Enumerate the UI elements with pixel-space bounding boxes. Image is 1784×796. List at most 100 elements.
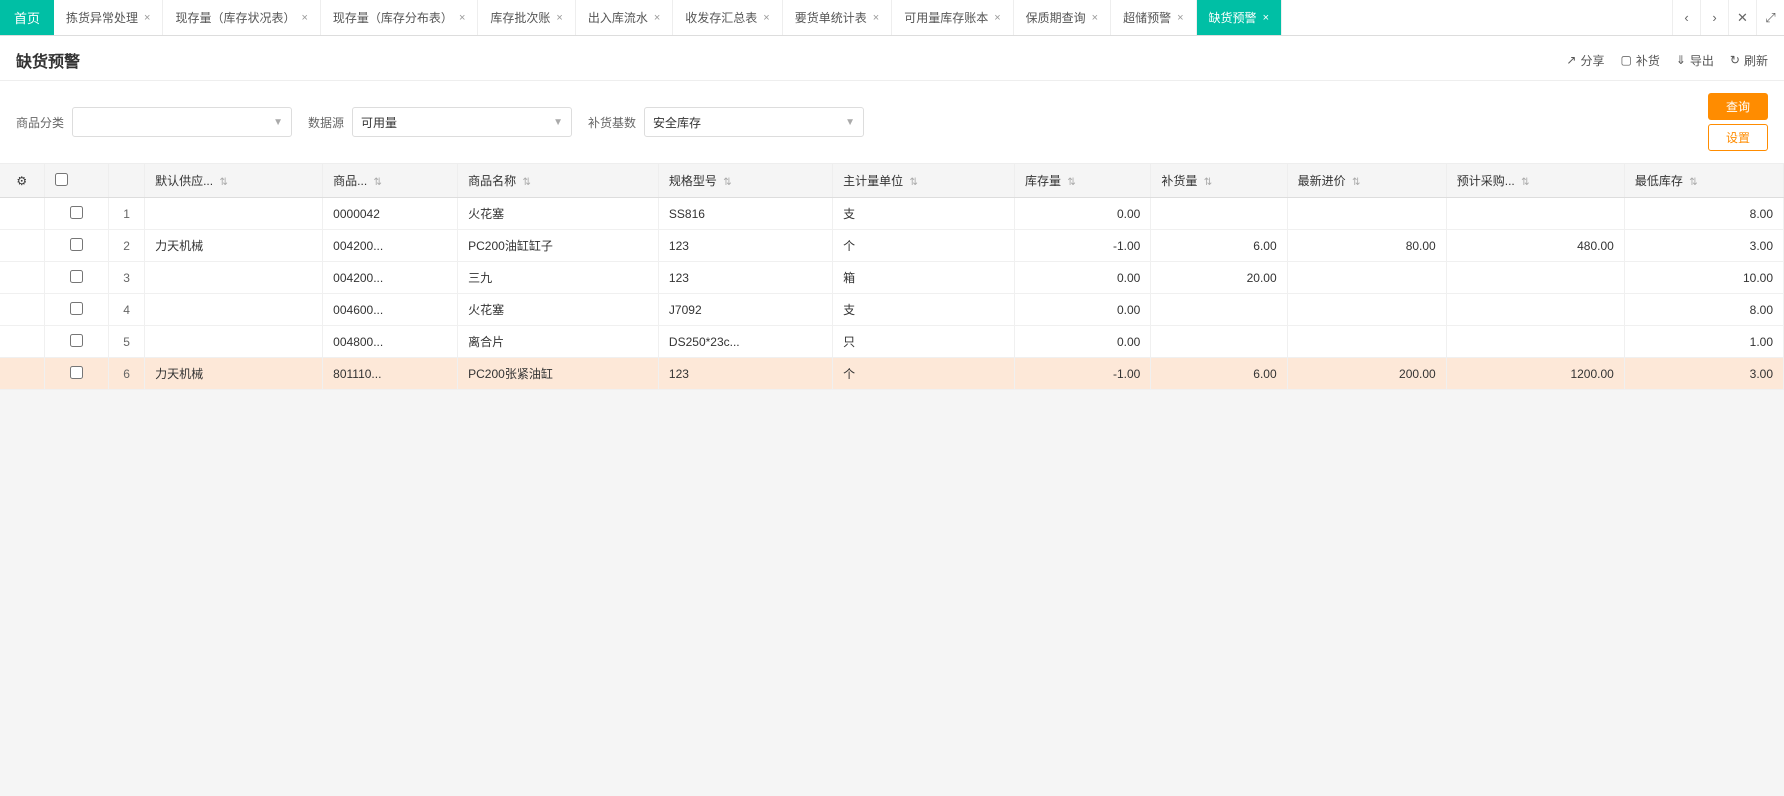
- tab-pick-error[interactable]: 拣货异常处理 ×: [54, 0, 163, 35]
- row-product-name: PC200张紧油缸: [458, 358, 659, 390]
- row-checkbox-cell[interactable]: [44, 358, 109, 390]
- tab-close-icon[interactable]: ×: [556, 12, 562, 24]
- replenish-basis-value: 安全库存: [653, 114, 701, 131]
- col-latest-price[interactable]: 最新进价 ⇅: [1287, 164, 1446, 198]
- row-default-supplier: [145, 326, 323, 358]
- tab-close-icon[interactable]: ×: [144, 12, 150, 24]
- tab-close-all-button[interactable]: ✕: [1728, 0, 1756, 36]
- row-replenish-qty: 6.00: [1151, 358, 1287, 390]
- tab-inventory-dist[interactable]: 现存量（库存分布表） ×: [321, 0, 478, 35]
- row-checkbox[interactable]: [70, 334, 83, 347]
- row-checkbox[interactable]: [70, 206, 83, 219]
- tab-label: 现存量（库存状况表）: [175, 9, 295, 26]
- col-estimated-purchase[interactable]: 预计采购... ⇅: [1446, 164, 1624, 198]
- col-replenish-qty[interactable]: 补货量 ⇅: [1151, 164, 1287, 198]
- row-settings-cell: [0, 358, 44, 390]
- row-spec: SS816: [658, 198, 832, 230]
- row-latest-price: 200.00: [1287, 358, 1446, 390]
- tab-receive-summary[interactable]: 收发存汇总表 ×: [673, 0, 782, 35]
- col-stock[interactable]: 库存量 ⇅: [1015, 164, 1151, 198]
- tab-close-icon[interactable]: ×: [459, 12, 465, 24]
- tab-label: 出入库流水: [588, 9, 648, 26]
- row-unit: 支: [833, 294, 1015, 326]
- datasource-select[interactable]: 可用量 ▼: [352, 107, 572, 137]
- export-button[interactable]: ⇓ 导出: [1676, 52, 1714, 69]
- row-spec: 123: [658, 262, 832, 294]
- select-all-checkbox[interactable]: [55, 173, 68, 186]
- row-default-supplier: [145, 198, 323, 230]
- row-checkbox[interactable]: [70, 302, 83, 315]
- refresh-icon: ↻: [1730, 53, 1740, 67]
- chevron-down-icon: ▼: [845, 117, 855, 128]
- tab-maximize-button[interactable]: ⤢: [1756, 0, 1784, 36]
- row-checkbox-cell[interactable]: [44, 198, 109, 230]
- col-default-supplier[interactable]: 默认供应... ⇅: [145, 164, 323, 198]
- row-checkbox-cell[interactable]: [44, 294, 109, 326]
- replenish-basis-select[interactable]: 安全库存 ▼: [644, 107, 864, 137]
- tab-close-icon[interactable]: ×: [654, 12, 660, 24]
- col-settings[interactable]: ⚙: [0, 164, 44, 198]
- row-product-name: PC200油缸缸子: [458, 230, 659, 262]
- tab-batch-account[interactable]: 库存批次账 ×: [478, 0, 575, 35]
- row-stock: -1.00: [1015, 358, 1151, 390]
- col-product-code[interactable]: 商品... ⇅: [323, 164, 458, 198]
- tab-close-icon[interactable]: ×: [994, 12, 1000, 24]
- settings-icon[interactable]: ⚙: [16, 174, 27, 188]
- query-button[interactable]: 查询: [1708, 93, 1768, 120]
- tab-home[interactable]: 首页: [0, 0, 54, 35]
- tab-close-icon[interactable]: ×: [301, 12, 307, 24]
- tab-label: 库存批次账: [490, 9, 550, 26]
- row-default-supplier: 力天机械: [145, 358, 323, 390]
- tab-inventory-status[interactable]: 现存量（库存状况表） ×: [163, 0, 320, 35]
- category-select[interactable]: ▼: [72, 107, 292, 137]
- table-container: ⚙ 默认供应... ⇅ 商品... ⇅ 商品名称: [0, 164, 1784, 390]
- row-seq: 4: [109, 294, 145, 326]
- col-spec[interactable]: 规格型号 ⇅: [658, 164, 832, 198]
- col-label: 最低库存: [1635, 174, 1683, 188]
- row-checkbox-cell[interactable]: [44, 326, 109, 358]
- row-replenish-qty: 20.00: [1151, 262, 1287, 294]
- row-product-code: 004600...: [323, 294, 458, 326]
- table-header-row: ⚙ 默认供应... ⇅ 商品... ⇅ 商品名称: [0, 164, 1784, 198]
- col-unit[interactable]: 主计量单位 ⇅: [833, 164, 1015, 198]
- filter-category-group: 商品分类 ▼: [16, 107, 292, 137]
- tab-shortage-warning[interactable]: 缺货预警 ×: [1197, 0, 1282, 35]
- page-header: 缺货预警 ↗ 分享 ▢ 补货 ⇓ 导出 ↻ 刷新: [0, 36, 1784, 81]
- row-product-code: 801110...: [323, 358, 458, 390]
- replenish-button[interactable]: ▢ 补货: [1620, 52, 1659, 69]
- tab-inout-flow[interactable]: 出入库流水 ×: [576, 0, 673, 35]
- tab-prev-button[interactable]: ‹: [1672, 0, 1700, 36]
- col-label: 库存量: [1025, 174, 1061, 188]
- col-label: 预计采购...: [1457, 174, 1515, 188]
- tab-close-icon[interactable]: ×: [1177, 12, 1183, 24]
- row-min-stock: 10.00: [1624, 262, 1783, 294]
- row-checkbox[interactable]: [70, 270, 83, 283]
- row-checkbox[interactable]: [70, 366, 83, 379]
- row-stock: -1.00: [1015, 230, 1151, 262]
- row-checkbox-cell[interactable]: [44, 230, 109, 262]
- sort-icon: ⇅: [1204, 177, 1212, 188]
- settings-button[interactable]: 设置: [1708, 124, 1768, 151]
- tab-close-icon[interactable]: ×: [1092, 12, 1098, 24]
- col-product-name[interactable]: 商品名称 ⇅: [458, 164, 659, 198]
- tab-available-ledger[interactable]: 可用量库存账本 ×: [892, 0, 1013, 35]
- refresh-button[interactable]: ↻ 刷新: [1730, 52, 1768, 69]
- row-product-name: 火花塞: [458, 198, 659, 230]
- tab-expiry-query[interactable]: 保质期查询 ×: [1014, 0, 1111, 35]
- row-unit: 箱: [833, 262, 1015, 294]
- tab-next-button[interactable]: ›: [1700, 0, 1728, 36]
- row-checkbox[interactable]: [70, 238, 83, 251]
- col-min-stock[interactable]: 最低库存 ⇅: [1624, 164, 1783, 198]
- tab-order-stats[interactable]: 要货单统计表 ×: [783, 0, 892, 35]
- col-label: 主计量单位: [843, 174, 903, 188]
- share-button[interactable]: ↗ 分享: [1566, 52, 1604, 69]
- row-product-code: 004800...: [323, 326, 458, 358]
- sort-icon: ⇅: [374, 177, 382, 188]
- tab-close-icon[interactable]: ×: [763, 12, 769, 24]
- row-estimated-purchase: 1200.00: [1446, 358, 1624, 390]
- tab-close-icon[interactable]: ×: [873, 12, 879, 24]
- export-label: 导出: [1690, 52, 1714, 69]
- row-checkbox-cell[interactable]: [44, 262, 109, 294]
- tab-overstock-warning[interactable]: 超储预警 ×: [1111, 0, 1196, 35]
- tab-close-icon[interactable]: ×: [1263, 12, 1269, 24]
